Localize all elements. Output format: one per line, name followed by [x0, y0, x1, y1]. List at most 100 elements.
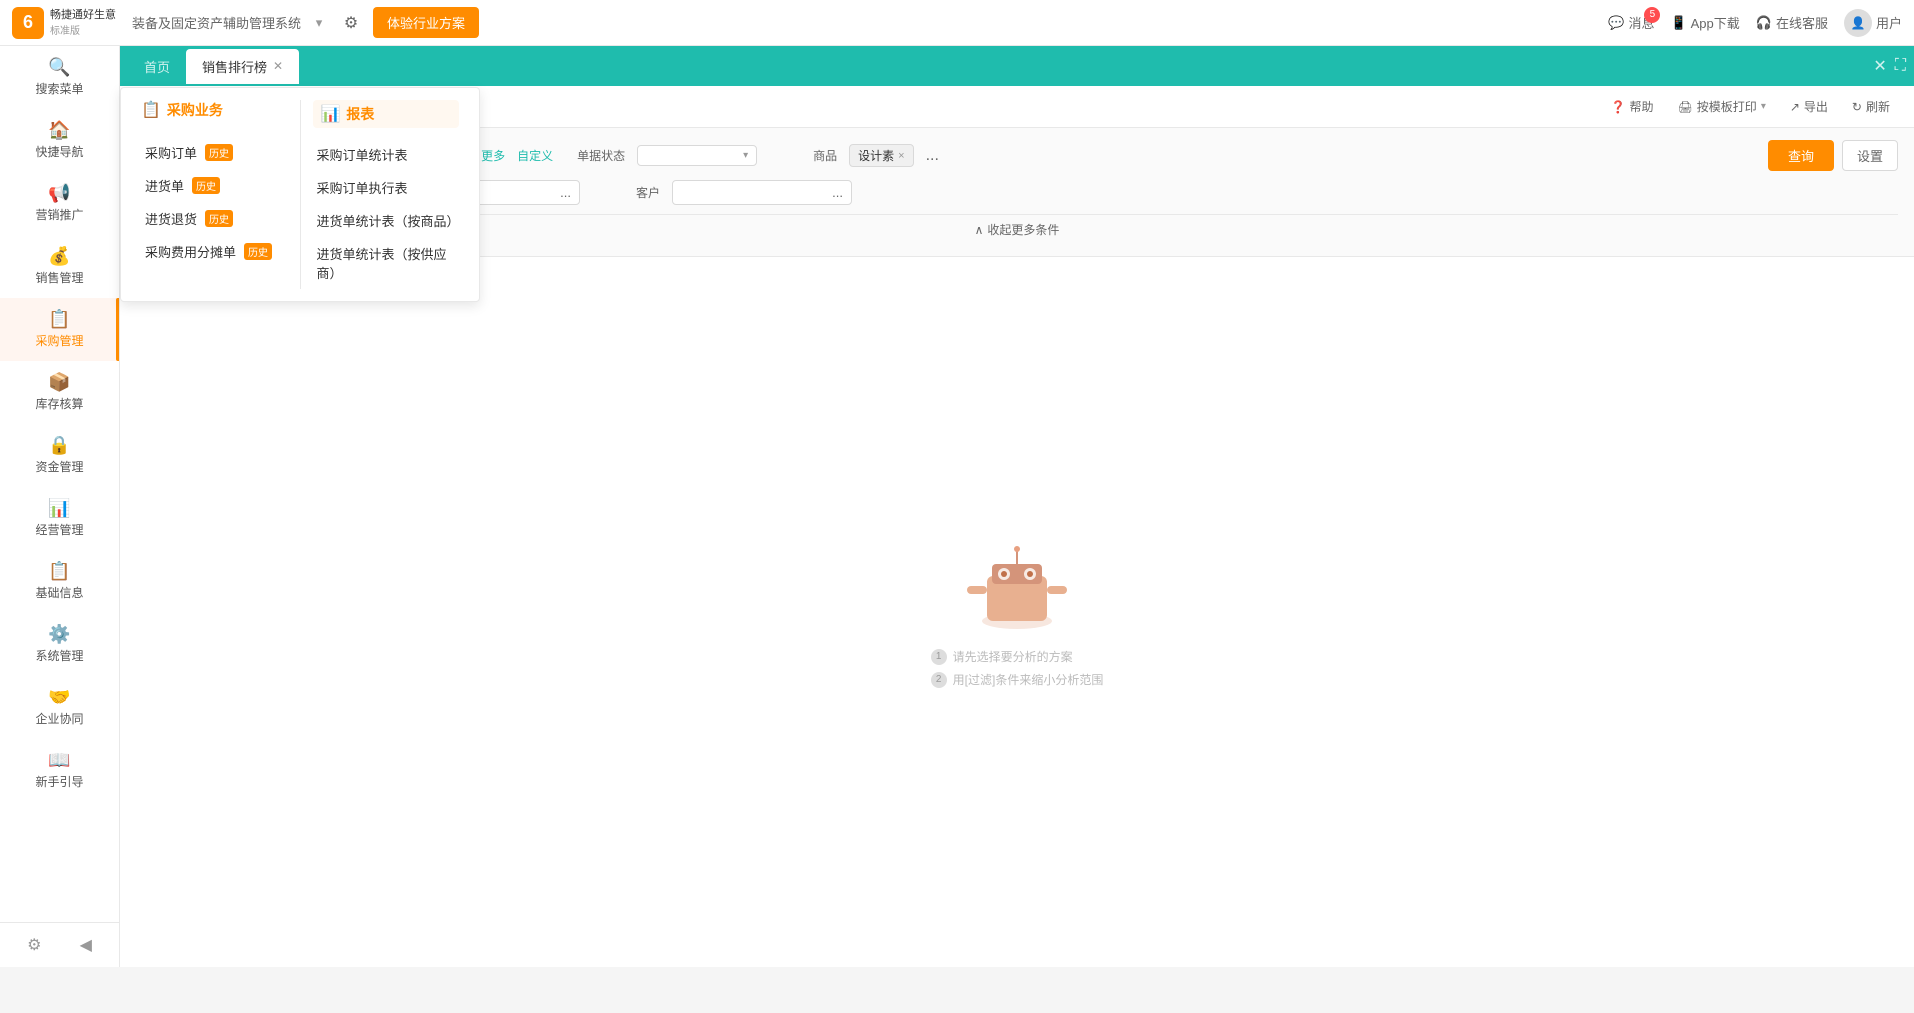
- sidebar-item-inventory[interactable]: 📦 库存核算: [0, 361, 119, 424]
- history-badge-2: 历史: [192, 177, 220, 194]
- dropdown-item-purchase-order[interactable]: 采购订单 历史: [141, 136, 288, 169]
- customer-field[interactable]: ...: [672, 180, 852, 205]
- tabs-bar: 首页 销售排行榜 ✕ ✕ ⛶: [120, 46, 1914, 86]
- inventory-icon: 📦: [48, 373, 70, 391]
- goods-tag-close-btn[interactable]: ×: [898, 150, 904, 162]
- dropdown-item-stock-in[interactable]: 进货单 历史: [141, 169, 288, 202]
- refresh-icon: ↻: [1852, 100, 1862, 114]
- goods-ellipsis-btn[interactable]: ...: [926, 147, 939, 165]
- topbar-actions: 💬 消息 5 📱 App下载 🎧 在线客服 👤 用户: [1608, 9, 1902, 37]
- app-download-label: App下载: [1691, 13, 1740, 32]
- dropdown-cols: 📋 采购业务 采购订单 历史 进货单 历史 进货退货 历史 采购费用分摊单 历史: [121, 100, 479, 289]
- tab-home[interactable]: 首页: [128, 49, 186, 84]
- collapse-icon: ∧: [975, 223, 984, 237]
- purchase-icon: 📋: [48, 310, 70, 328]
- refresh-btn[interactable]: ↻ 刷新: [1844, 94, 1898, 119]
- tab-sales-rank[interactable]: 销售排行榜 ✕: [186, 49, 299, 84]
- status-select[interactable]: ▾: [637, 145, 757, 166]
- title-dropdown-btn[interactable]: ▾: [309, 13, 329, 33]
- status-label: 单据状态: [565, 147, 625, 164]
- sidebar-label-inventory: 库存核算: [35, 395, 83, 412]
- empty-step-2: 2 用[过滤]条件来缩小分析范围: [931, 671, 1104, 688]
- window-close-btn[interactable]: ✕: [1873, 56, 1886, 76]
- sidebar-item-quick[interactable]: 🏠 快捷导航: [0, 109, 119, 172]
- online-service-label: 在线客服: [1776, 13, 1828, 32]
- tab-close-btn[interactable]: ✕: [273, 59, 283, 73]
- dropdown-item-po-stats[interactable]: 采购订单统计表: [313, 138, 460, 171]
- sidebar-item-sales[interactable]: 💰 销售管理: [0, 235, 119, 298]
- date-shortcuts-more[interactable]: 更多: [481, 147, 505, 164]
- reports-col-icon: 📊: [321, 104, 341, 124]
- sidebar-item-purchase[interactable]: 📋 采购管理: [0, 298, 119, 361]
- print-btn[interactable]: 🖨 按模板打印 ▾: [1670, 94, 1774, 119]
- sidebar-label-enterprise: 企业协同: [35, 710, 83, 727]
- setting-btn[interactable]: 设置: [1842, 140, 1898, 171]
- dropdown-item-purchase-cost[interactable]: 采购费用分摊单 历史: [141, 235, 288, 268]
- purchase-col-header: 📋 采购业务: [141, 100, 288, 126]
- history-badge-4: 历史: [244, 243, 272, 260]
- settings-gear-icon[interactable]: ⚙: [337, 9, 365, 37]
- purchase-col-icon: 📋: [141, 100, 161, 120]
- sidebar: 🔍 搜索菜单 🏠 快捷导航 📢 营销推广 💰 销售管理 📋 采购管理 📦 库存核…: [0, 46, 120, 967]
- goods-stats-label: 进货单统计表（按商品）: [317, 211, 456, 230]
- sidebar-item-marketing[interactable]: 📢 营销推广: [0, 172, 119, 235]
- sidebar-collapse-btn[interactable]: ◀: [80, 935, 92, 955]
- sidebar-settings-btn[interactable]: ⚙: [27, 935, 41, 955]
- logo-title: 畅捷通好生意: [50, 8, 116, 22]
- collapse-label: 收起更多条件: [987, 221, 1059, 238]
- dropdown-item-stock-return[interactable]: 进货退货 历史: [141, 202, 288, 235]
- customer-label: 客户: [600, 184, 660, 201]
- export-btn[interactable]: ↗ 导出: [1782, 94, 1836, 119]
- step-num-1: 1: [931, 649, 947, 665]
- sidebar-label-system: 系统管理: [35, 647, 83, 664]
- sidebar-item-guide[interactable]: 📖 新手引导: [0, 739, 119, 802]
- column-divider: [300, 100, 301, 289]
- tabs-controls: ✕ ⛶: [1873, 56, 1906, 76]
- industry-btn[interactable]: 体验行业方案: [373, 7, 479, 38]
- sidebar-item-search[interactable]: 🔍 搜索菜单: [0, 46, 119, 109]
- system-title: 装备及固定资产辅助管理系统: [132, 13, 301, 32]
- goods-label: 商品: [777, 147, 837, 164]
- sidebar-item-system[interactable]: ⚙️ 系统管理: [0, 613, 119, 676]
- sidebar-item-enterprise[interactable]: 🤝 企业协同: [0, 676, 119, 739]
- print-label: 按模板打印: [1697, 98, 1757, 115]
- headset-icon: 🎧: [1756, 15, 1772, 31]
- dropdown-item-supplier-stats[interactable]: 进货单统计表（按供应商）: [313, 237, 460, 289]
- history-badge-3: 历史: [205, 210, 233, 227]
- message-badge: 5: [1644, 7, 1660, 23]
- dropdown-item-po-exec[interactable]: 采购订单执行表: [313, 171, 460, 204]
- operations-icon: 📊: [48, 499, 70, 517]
- sales-icon: 💰: [48, 247, 70, 265]
- sidebar-item-basic[interactable]: 📋 基础信息: [0, 550, 119, 613]
- dropdown-item-goods-stats[interactable]: 进货单统计表（按商品）: [313, 204, 460, 237]
- refresh-label: 刷新: [1866, 98, 1890, 115]
- user-btn[interactable]: 👤 用户: [1844, 9, 1902, 37]
- message-btn[interactable]: 💬 消息 5: [1608, 13, 1654, 32]
- sidebar-item-finance[interactable]: 🔒 资金管理: [0, 424, 119, 487]
- po-exec-label: 采购订单执行表: [317, 178, 408, 197]
- query-btn[interactable]: 查询: [1768, 140, 1834, 171]
- filter-actions-right: 查询 设置: [1768, 140, 1898, 171]
- user-label: 用户: [1876, 13, 1902, 32]
- logo-badge: 标准版: [50, 22, 116, 37]
- app-download-btn[interactable]: 📱 App下载: [1670, 13, 1739, 32]
- stock-in-label: 进货单: [145, 176, 184, 195]
- online-service-btn[interactable]: 🎧 在线客服: [1756, 13, 1828, 32]
- basic-icon: 📋: [48, 562, 70, 580]
- sidebar-label-basic: 基础信息: [35, 584, 83, 601]
- empty-steps: 1 请先选择要分析的方案 2 用[过滤]条件来缩小分析范围: [931, 648, 1104, 688]
- enterprise-icon: 🤝: [48, 688, 70, 706]
- avatar: 👤: [1844, 9, 1872, 37]
- step-2-text: 用[过滤]条件来缩小分析范围: [953, 671, 1104, 688]
- supplier-stats-label: 进货单统计表（按供应商）: [317, 244, 456, 282]
- logo-area: 6 畅捷通好生意 标准版: [12, 7, 132, 39]
- help-btn[interactable]: ❓ 帮助: [1603, 94, 1662, 119]
- date-shortcuts-custom[interactable]: 自定义: [517, 147, 553, 164]
- sidebar-label-search: 搜索菜单: [35, 80, 83, 97]
- purchase-order-label: 采购订单: [145, 143, 197, 162]
- help-icon: ❓: [1611, 100, 1626, 114]
- empty-step-1: 1 请先选择要分析的方案: [931, 648, 1104, 665]
- tab-home-label: 首页: [144, 57, 170, 76]
- window-expand-btn[interactable]: ⛶: [1895, 57, 1906, 75]
- sidebar-item-operations[interactable]: 📊 经营管理: [0, 487, 119, 550]
